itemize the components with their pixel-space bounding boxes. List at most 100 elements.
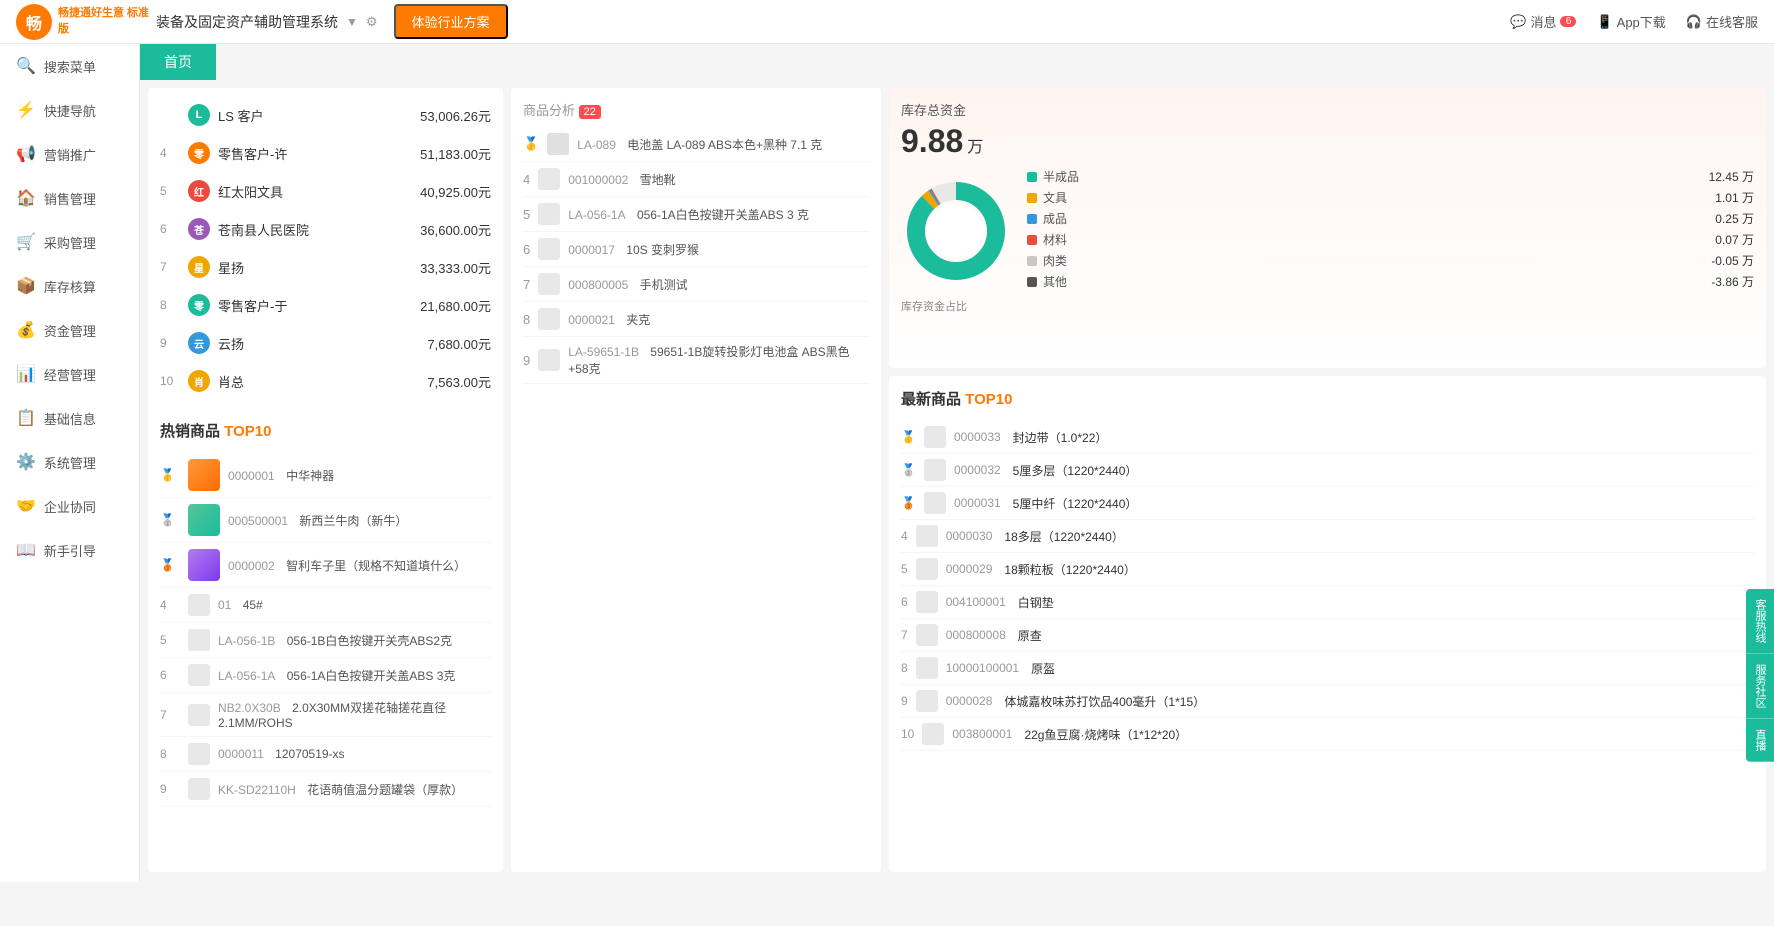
hot-product-right-item: 9 LA-59651-1B 59651-1B旋转投影灯电池盒 ABS黑色+58克 <box>523 337 869 384</box>
system-gear-icon[interactable]: ⚙ <box>366 14 378 30</box>
trial-button[interactable]: 体验行业方案 <box>394 4 508 39</box>
page-content: L LS 客户 53,006.26元 4 零 零售客户-许 51,183.00元… <box>140 80 1774 880</box>
customer-amount: 7,563.00元 <box>427 372 491 391</box>
analysis-badge: 22 <box>579 105 601 119</box>
sidebar-item-system[interactable]: ⚙️ 系统管理 <box>0 440 139 484</box>
system-dropdown-icon[interactable]: ▼ <box>346 15 358 29</box>
customer-amount: 36,600.00元 <box>420 220 491 239</box>
customer-name: 云扬 <box>218 334 419 353</box>
basic-icon: 📋 <box>16 408 36 428</box>
service-hotline-button[interactable]: 客服热线 <box>1746 589 1774 654</box>
inventory-title: 库存总资金 <box>901 100 966 119</box>
customer-amount: 33,333.00元 <box>420 258 491 277</box>
online-service-button[interactable]: 🎧 在线客服 <box>1686 12 1758 31</box>
left-column: L LS 客户 53,006.26元 4 零 零售客户-许 51,183.00元… <box>148 88 503 872</box>
service-community-button[interactable]: 服务社区 <box>1746 654 1774 719</box>
product-item: 8 0000011 12070519-xs <box>160 737 491 772</box>
customer-amount: 40,925.00元 <box>420 182 491 201</box>
customer-name: LS 客户 <box>218 106 412 125</box>
sidebar-item-marketing[interactable]: 📢 营销推广 <box>0 132 139 176</box>
customer-item: 6 苍 苍南县人民医院 36,600.00元 <box>148 210 503 248</box>
product-item: 🥇 0000001 中华神器 <box>160 453 491 498</box>
headset-icon: 🎧 <box>1686 14 1702 30</box>
app-download-button[interactable]: 📱 App下载 <box>1596 12 1665 31</box>
sidebar-item-basic[interactable]: 📋 基础信息 <box>0 396 139 440</box>
hot-product-right-item: 8 0000021 夹克 <box>523 302 869 337</box>
new-product-icon <box>924 459 946 481</box>
product-icon <box>538 308 560 330</box>
new-product-icon <box>916 624 938 646</box>
hot-product-right-item: 4 001000002 雪地靴 <box>523 162 869 197</box>
legend-item: 其他 -3.86 万 <box>1027 273 1754 290</box>
new-product-icon <box>916 690 938 712</box>
sidebar-item-finance[interactable]: 💰 资金管理 <box>0 308 139 352</box>
sidebar-item-purchase[interactable]: 🛒 采购管理 <box>0 220 139 264</box>
new-product-icon <box>916 558 938 580</box>
message-badge: 6 <box>1560 16 1576 27</box>
customer-badge: 肖 <box>188 370 210 392</box>
operations-icon: 📊 <box>16 364 36 384</box>
logo: 畅 畅捷通好生意 标准版 <box>16 4 156 40</box>
customer-badge: L <box>188 104 210 126</box>
customer-list: L LS 客户 53,006.26元 4 零 零售客户-许 51,183.00元… <box>148 88 503 408</box>
sidebar-item-operations[interactable]: 📊 经营管理 <box>0 352 139 396</box>
sidebar-item-quicknav[interactable]: ⚡ 快捷导航 <box>0 88 139 132</box>
product-image <box>188 504 220 536</box>
middle-column: 商品分析 22 🥇 LA-089 电池盖 LA-089 ABS本色+黑种 7.1… <box>511 88 881 872</box>
new-product-item: 9 0000028 体城嘉枚味苏打饮品400毫升（1*15） <box>901 685 1754 718</box>
product-item: 7 NB2.0X30B 2.0X30MM双搓花轴搓花直径2.1MM/ROHS <box>160 693 491 737</box>
sidebar-item-search[interactable]: 🔍 搜索菜单 <box>0 44 139 88</box>
new-product-item: 4 0000030 18多层（1220*2440） <box>901 520 1754 553</box>
topbar-system: 装备及固定资产辅助管理系统 ▼ ⚙ 体验行业方案 <box>156 4 1510 39</box>
legend-item: 肉类 -0.05 万 <box>1027 252 1754 269</box>
new-product-item: 8 10000100001 原盔 <box>901 652 1754 685</box>
phone-icon: 📱 <box>1596 14 1612 30</box>
hot-products-right-header: 商品分析 22 <box>523 100 869 119</box>
new-product-item: 🥈 0000032 5厘多层（1220*2440） <box>901 454 1754 487</box>
sales-icon: 🏠 <box>16 188 36 208</box>
product-image-placeholder <box>188 664 210 686</box>
inventory-unit: 万 <box>967 133 983 157</box>
legend-item: 半成品 12.45 万 <box>1027 168 1754 185</box>
inventory-value: 9.88 <box>901 123 963 160</box>
sidebar-item-guide[interactable]: 📖 新手引导 <box>0 528 139 572</box>
customer-item: L LS 客户 53,006.26元 <box>148 96 503 134</box>
inventory-icon: 📦 <box>16 276 36 296</box>
cooperation-icon: 🤝 <box>16 496 36 516</box>
logo-icon: 畅 <box>16 4 52 40</box>
sidebar-item-sales[interactable]: 🏠 销售管理 <box>0 176 139 220</box>
new-product-icon <box>916 591 938 613</box>
customer-badge: 苍 <box>188 218 210 240</box>
topbar: 畅 畅捷通好生意 标准版 装备及固定资产辅助管理系统 ▼ ⚙ 体验行业方案 💬 … <box>0 0 1774 44</box>
customer-item: 4 零 零售客户-许 51,183.00元 <box>148 134 503 172</box>
product-item: 4 01 45# <box>160 588 491 623</box>
search-icon: 🔍 <box>16 56 36 76</box>
product-image <box>188 549 220 581</box>
product-image-placeholder <box>188 743 210 765</box>
customer-name: 红太阳文具 <box>218 182 412 201</box>
sidebar-item-inventory[interactable]: 📦 库存核算 <box>0 264 139 308</box>
customer-amount: 51,183.00元 <box>420 144 491 163</box>
sidebar-item-cooperation[interactable]: 🤝 企业协同 <box>0 484 139 528</box>
product-item: 🥈 000500001 新西兰牛肉（新牛） <box>160 498 491 543</box>
page-tab: 首页 <box>164 54 192 70</box>
new-product-item: 🥇 0000033 封边带（1.0*22） <box>901 421 1754 454</box>
product-item: 🥉 0000002 智利车子里（规格不知道填什么） <box>160 543 491 588</box>
customer-badge: 零 <box>188 142 210 164</box>
customer-item: 7 星 星扬 33,333.00元 <box>148 248 503 286</box>
customer-item: 8 零 零售客户-于 21,680.00元 <box>148 286 503 324</box>
customer-badge: 星 <box>188 256 210 278</box>
customer-item: 10 肖 肖总 7,563.00元 <box>148 362 503 400</box>
new-product-item: 7 000800008 原查 <box>901 619 1754 652</box>
guide-icon: 📖 <box>16 540 36 560</box>
marketing-icon: 📢 <box>16 144 36 164</box>
product-image-placeholder <box>188 704 210 726</box>
donut-chart-container: 半成品 12.45 万 文具 1.01 万 成品 0.25 万 <box>901 168 1754 294</box>
message-button[interactable]: 💬 消息 6 <box>1510 12 1576 31</box>
customer-item: 9 云 云扬 7,680.00元 <box>148 324 503 362</box>
service-live-button[interactable]: 直播 <box>1746 719 1774 762</box>
hot-products-right-panel: 商品分析 22 🥇 LA-089 电池盖 LA-089 ABS本色+黑种 7.1… <box>511 88 881 872</box>
product-image-placeholder <box>188 594 210 616</box>
new-product-icon <box>922 723 944 745</box>
sidebar: 🔍 搜索菜单 ⚡ 快捷导航 📢 营销推广 🏠 销售管理 🛒 采购管理 📦 库存核… <box>0 44 140 882</box>
